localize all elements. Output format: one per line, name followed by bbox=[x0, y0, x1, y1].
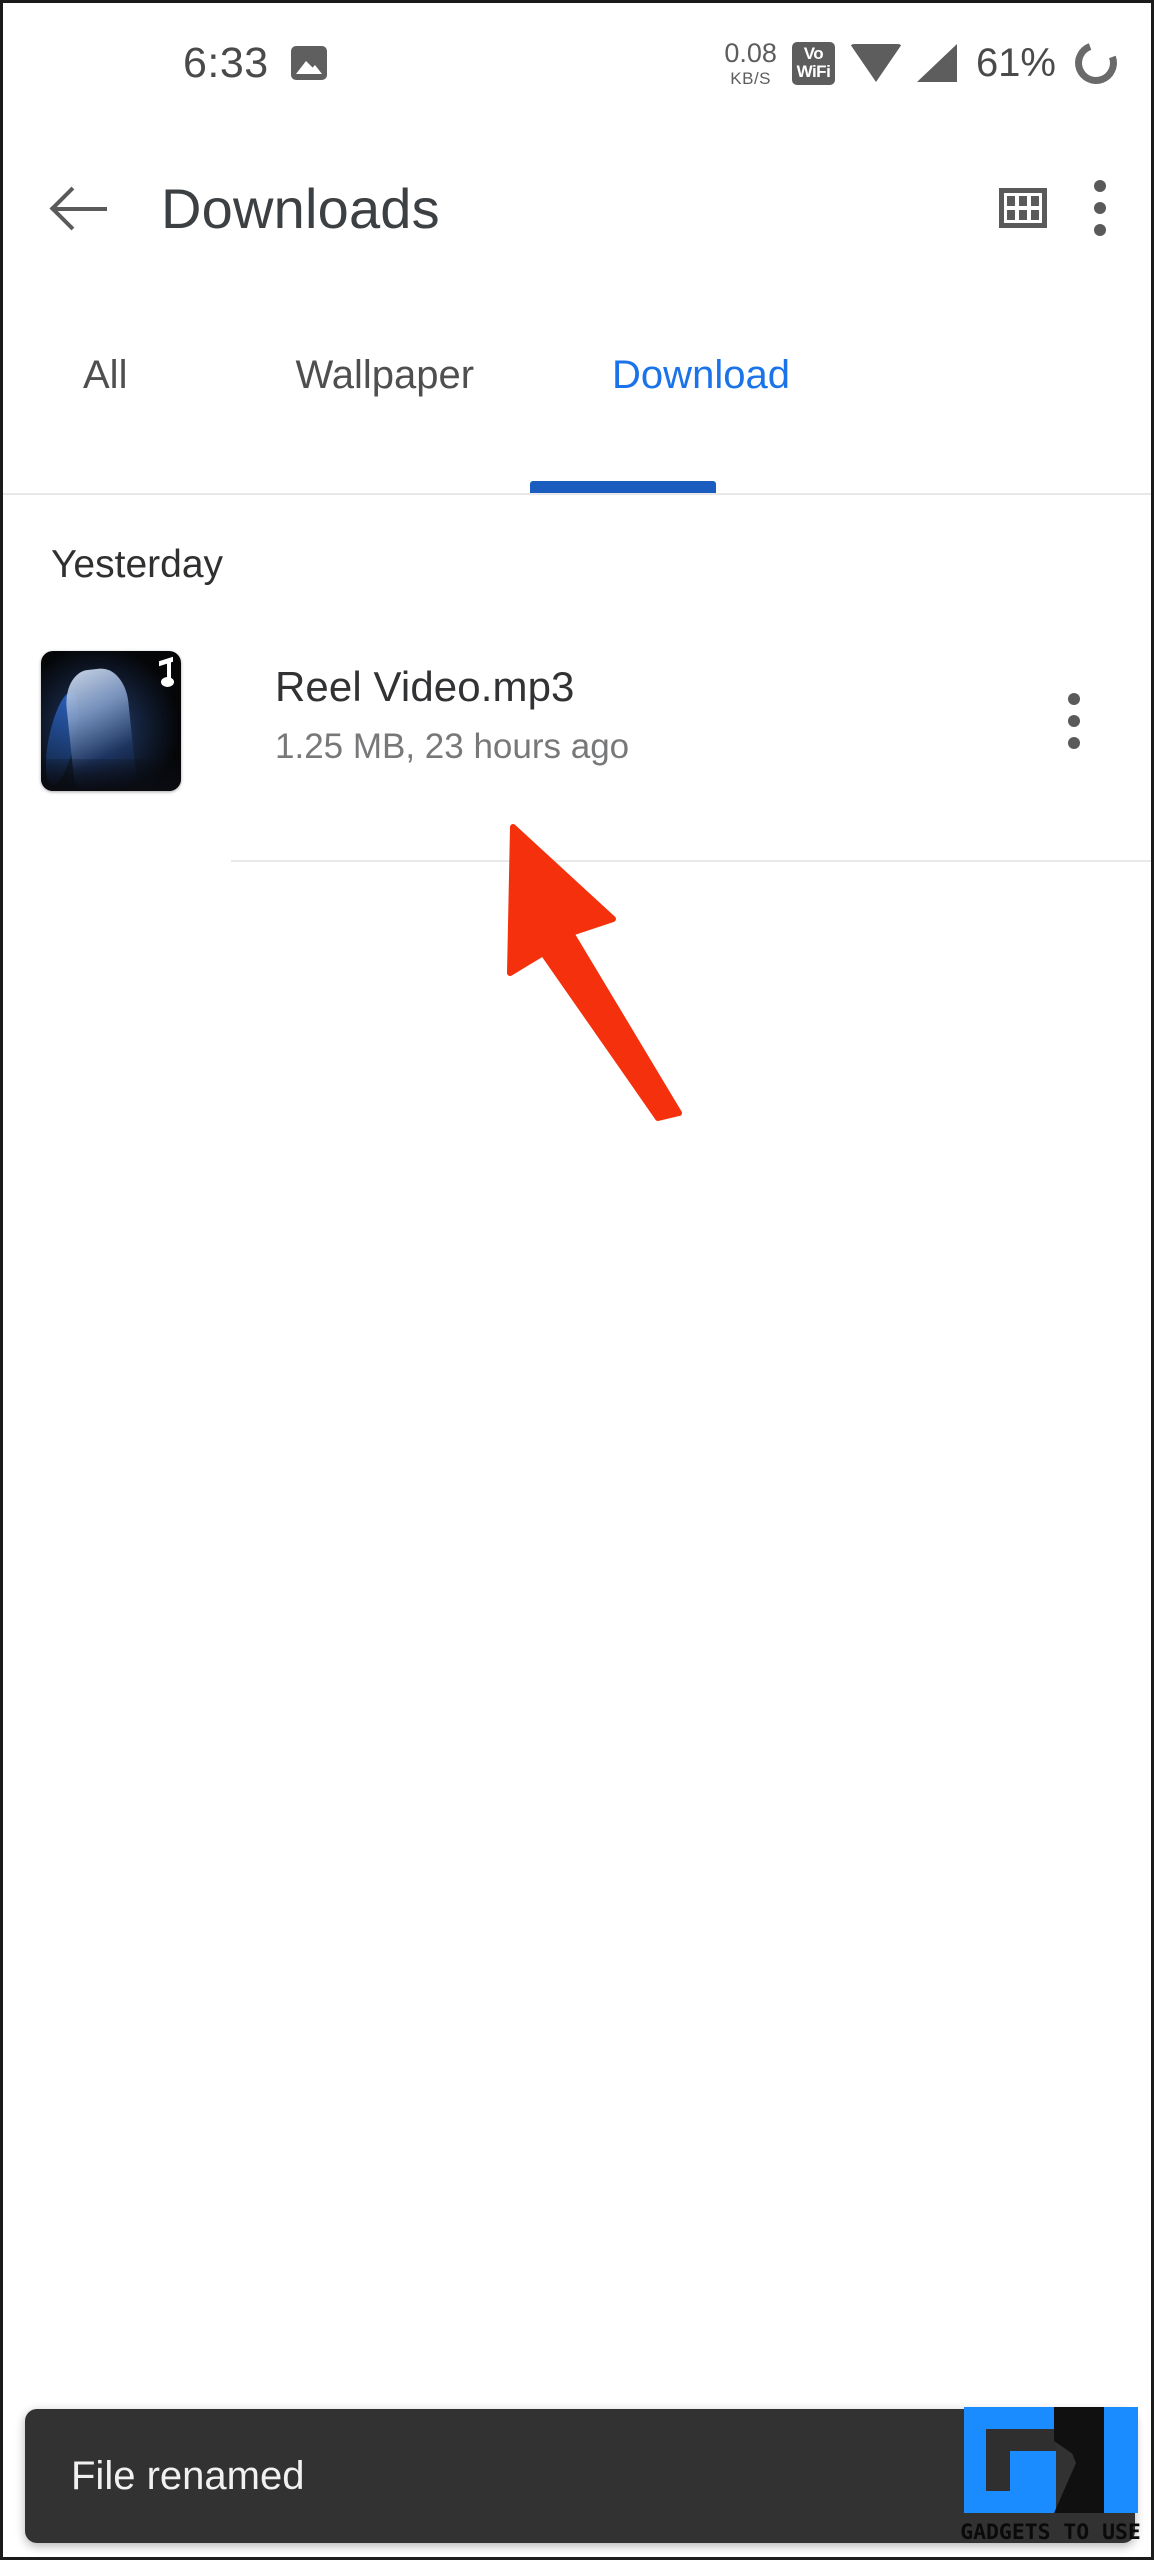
status-bar-right: 0.08 KB/S Vo WiFi 61% bbox=[724, 35, 1124, 91]
tab-bar-divider bbox=[3, 493, 1151, 495]
tab-all[interactable]: All bbox=[83, 353, 127, 398]
list-item-divider bbox=[231, 860, 1151, 862]
snackbar-message: File renamed bbox=[71, 2453, 305, 2498]
tab-download[interactable]: Download bbox=[612, 353, 790, 398]
wifi-icon bbox=[849, 44, 902, 82]
dot bbox=[1068, 715, 1080, 727]
status-bar: 6:33 0.08 KB/S Vo WiFi 61% bbox=[3, 3, 1151, 123]
thumbnail-art-base bbox=[41, 759, 181, 791]
status-bar-left: 6:33 bbox=[33, 39, 327, 88]
gallery-icon bbox=[290, 46, 327, 80]
grid-cell bbox=[1019, 196, 1027, 206]
audio-album-thumbnail bbox=[41, 651, 181, 791]
phone-screenshot: 6:33 0.08 KB/S Vo WiFi 61% Downloads All… bbox=[0, 0, 1154, 2560]
battery-ring-icon bbox=[1068, 35, 1124, 91]
grid-view-icon[interactable] bbox=[999, 188, 1047, 228]
watermark: GADGETS TO USE bbox=[951, 2401, 1151, 2557]
list-item[interactable]: Reel Video.mp3 1.25 MB, 23 hours ago bbox=[3, 651, 1151, 851]
gadgets-to-use-logo-icon bbox=[964, 2407, 1138, 2513]
network-speed-indicator: 0.08 KB/S bbox=[724, 37, 777, 88]
dot bbox=[1094, 202, 1106, 214]
vowifi-icon: Vo WiFi bbox=[791, 41, 835, 85]
file-name: Reel Video.mp3 bbox=[275, 663, 575, 710]
cellular-signal-icon bbox=[916, 44, 957, 82]
dot bbox=[1094, 224, 1106, 236]
dot bbox=[1068, 737, 1080, 749]
dot bbox=[1094, 180, 1106, 192]
overflow-menu-icon[interactable] bbox=[1094, 180, 1111, 236]
status-time: 6:33 bbox=[183, 38, 269, 87]
tab-bar: All Wallpaper Download bbox=[3, 293, 1151, 495]
app-bar: Downloads bbox=[3, 123, 1151, 293]
battery-percent-label: 61% bbox=[975, 40, 1056, 85]
list-item-text: Reel Video.mp3 1.25 MB, 23 hours ago bbox=[275, 651, 1073, 767]
grid-cell bbox=[1007, 210, 1015, 220]
grid-cell bbox=[1031, 210, 1039, 220]
item-overflow-menu-icon[interactable] bbox=[1068, 693, 1085, 749]
grid-cell bbox=[1019, 210, 1027, 220]
grid-cell bbox=[1007, 196, 1015, 206]
music-note-icon bbox=[146, 659, 174, 689]
network-speed-unit: KB/S bbox=[730, 68, 772, 88]
grid-cell bbox=[1031, 196, 1039, 206]
vowifi-bottom-label: WiFi bbox=[796, 62, 831, 81]
back-arrow-icon[interactable] bbox=[51, 177, 113, 239]
network-speed-value: 0.08 bbox=[724, 37, 777, 68]
vowifi-top-label: Vo bbox=[803, 44, 824, 64]
section-header-yesterday: Yesterday bbox=[51, 543, 224, 586]
tab-wallpaper[interactable]: Wallpaper bbox=[295, 353, 474, 398]
file-subtitle: 1.25 MB, 23 hours ago bbox=[275, 727, 630, 766]
page-title: Downloads bbox=[161, 176, 440, 240]
dot bbox=[1068, 693, 1080, 705]
watermark-text: GADGETS TO USE bbox=[960, 2520, 1142, 2544]
